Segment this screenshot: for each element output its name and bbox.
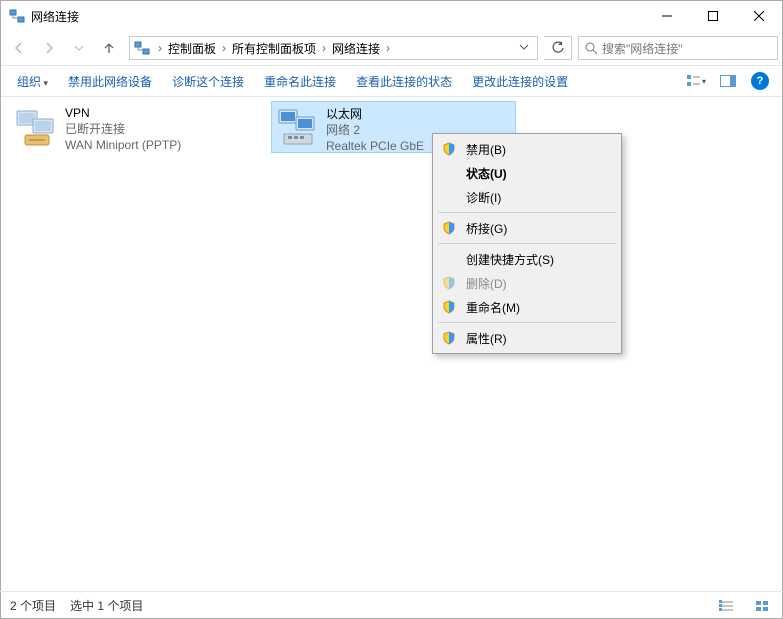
chevron-right-icon[interactable]: › bbox=[384, 41, 392, 55]
shield-icon bbox=[440, 298, 458, 316]
chevron-right-icon[interactable]: › bbox=[220, 41, 228, 55]
rename-button[interactable]: 重命名此连接 bbox=[256, 69, 344, 94]
diagnose-button[interactable]: 诊断这个连接 bbox=[164, 69, 252, 94]
shield-icon bbox=[440, 274, 458, 292]
menu-rename[interactable]: 重命名(M) bbox=[436, 295, 618, 319]
location-icon bbox=[134, 40, 150, 56]
forward-button[interactable] bbox=[35, 34, 63, 62]
crumb-control-panel[interactable]: 控制面板 bbox=[164, 38, 220, 59]
help-button[interactable]: ? bbox=[746, 69, 774, 93]
view-options-button[interactable]: ▾ bbox=[682, 69, 710, 93]
status-bar: 2 个项目 选中 1 个项目 bbox=[0, 591, 783, 619]
shield-icon bbox=[440, 140, 458, 158]
connection-name: VPN bbox=[65, 105, 254, 121]
close-button[interactable] bbox=[736, 1, 782, 31]
menu-status[interactable]: 状态(U) bbox=[436, 161, 618, 185]
shield-icon bbox=[440, 219, 458, 237]
window-title: 网络连接 bbox=[31, 8, 644, 25]
back-button[interactable] bbox=[5, 34, 33, 62]
command-bar: 组织 禁用此网络设备 诊断这个连接 重命名此连接 查看此连接的状态 更改此连接的… bbox=[1, 65, 782, 97]
menu-separator bbox=[438, 243, 616, 244]
menu-diagnose[interactable]: 诊断(I) bbox=[436, 185, 618, 209]
context-menu: 禁用(B) 状态(U) 诊断(I) 桥接(G) 创建快捷方式(S) 删除(D) … bbox=[432, 133, 622, 354]
ethernet-icon bbox=[274, 104, 322, 152]
connection-name: 以太网 bbox=[326, 106, 513, 122]
refresh-button[interactable] bbox=[544, 36, 572, 60]
up-button[interactable] bbox=[95, 34, 123, 62]
organize-menu[interactable]: 组织 bbox=[9, 69, 56, 94]
large-icons-view-button[interactable] bbox=[751, 597, 773, 615]
menu-bridge[interactable]: 桥接(G) bbox=[436, 216, 618, 240]
recent-dropdown[interactable] bbox=[65, 34, 93, 62]
crumb-network[interactable]: 网络连接 bbox=[328, 38, 384, 59]
change-settings-button[interactable]: 更改此连接的设置 bbox=[464, 69, 576, 94]
search-input[interactable]: 搜索"网络连接" bbox=[578, 36, 778, 60]
chevron-right-icon[interactable]: › bbox=[156, 41, 164, 55]
menu-separator bbox=[438, 322, 616, 323]
minimize-button[interactable] bbox=[644, 1, 690, 31]
disable-device-button[interactable]: 禁用此网络设备 bbox=[60, 69, 160, 94]
vpn-icon bbox=[13, 103, 61, 151]
title-bar: 网络连接 bbox=[1, 1, 782, 31]
app-icon bbox=[9, 8, 25, 24]
details-view-button[interactable] bbox=[715, 597, 737, 615]
selected-count: 选中 1 个项目 bbox=[70, 597, 143, 614]
preview-pane-button[interactable] bbox=[714, 69, 742, 93]
item-count: 2 个项目 bbox=[10, 597, 56, 614]
menu-separator bbox=[438, 212, 616, 213]
shield-icon bbox=[440, 329, 458, 347]
address-dropdown[interactable] bbox=[515, 41, 533, 55]
connection-item-vpn[interactable]: VPN 已断开连接 WAN Miniport (PPTP) bbox=[11, 101, 256, 153]
search-icon bbox=[585, 42, 598, 55]
menu-delete: 删除(D) bbox=[436, 271, 618, 295]
menu-disable[interactable]: 禁用(B) bbox=[436, 137, 618, 161]
breadcrumb: › 控制面板 › 所有控制面板项 › 网络连接 › bbox=[156, 38, 515, 59]
search-placeholder: 搜索"网络连接" bbox=[602, 40, 683, 57]
view-status-button[interactable]: 查看此连接的状态 bbox=[348, 69, 460, 94]
menu-properties[interactable]: 属性(R) bbox=[436, 326, 618, 350]
content-area: VPN 已断开连接 WAN Miniport (PPTP) 以太网 网络 2 R… bbox=[1, 97, 782, 590]
address-bar[interactable]: › 控制面板 › 所有控制面板项 › 网络连接 › bbox=[129, 36, 538, 60]
connection-device: WAN Miniport (PPTP) bbox=[65, 137, 254, 153]
menu-create-shortcut[interactable]: 创建快捷方式(S) bbox=[436, 247, 618, 271]
maximize-button[interactable] bbox=[690, 1, 736, 31]
navigation-bar: › 控制面板 › 所有控制面板项 › 网络连接 › 搜索"网络连接" bbox=[1, 31, 782, 65]
connection-status: 已断开连接 bbox=[65, 121, 254, 137]
crumb-all-items[interactable]: 所有控制面板项 bbox=[228, 38, 320, 59]
chevron-right-icon[interactable]: › bbox=[320, 41, 328, 55]
